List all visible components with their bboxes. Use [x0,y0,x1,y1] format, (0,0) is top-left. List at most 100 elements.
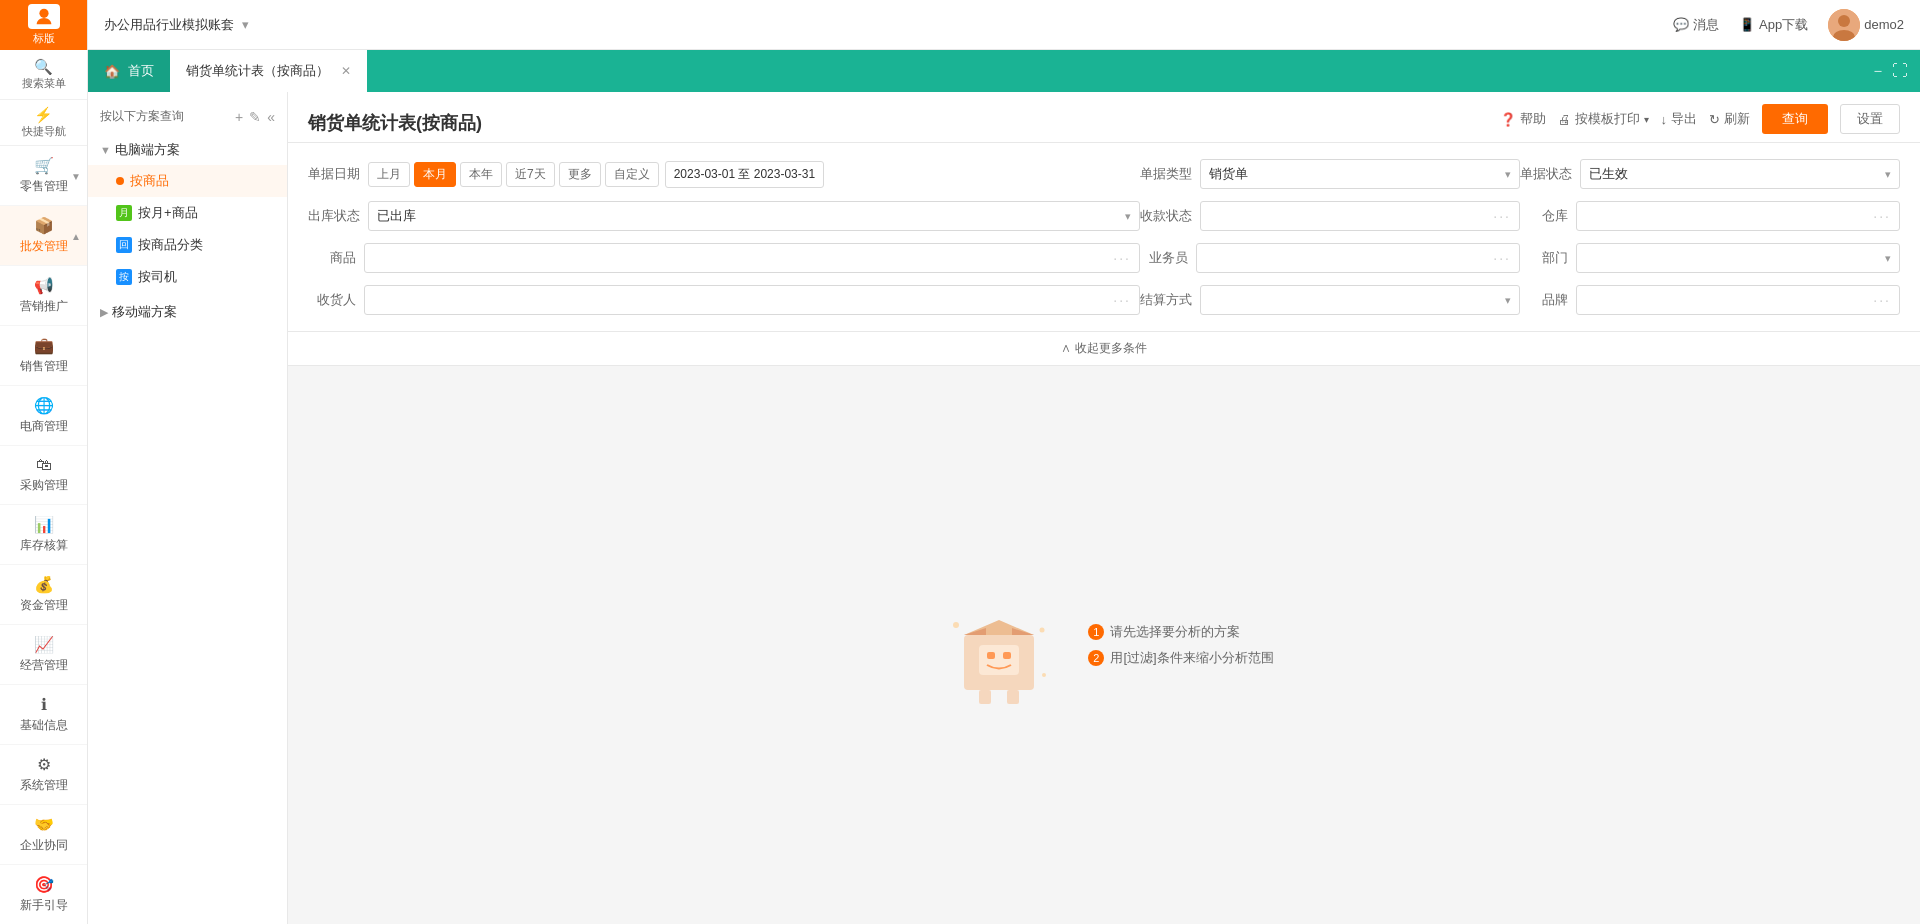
help-icon: ❓ [1500,112,1516,127]
tab-minimize-icon[interactable]: － [1870,63,1886,79]
sidebar-item-purchase[interactable]: 🛍 采购管理 [0,446,87,505]
help-btn[interactable]: ❓ 帮助 [1500,110,1546,128]
doc-status-select[interactable]: 已生效 ▾ [1580,159,1900,189]
svg-rect-11 [979,690,991,704]
template-print-btn[interactable]: 🖨 按模板打印 ▾ [1558,110,1649,128]
scheme-group-mobile-header[interactable]: ▶ 移动端方案 [88,297,287,327]
filter-out-status: 出库状态 已出库 ▾ [308,201,1140,231]
receiver-dots-icon: ··· [1113,292,1131,308]
expand-arrow-icon2: ▲ [71,230,81,241]
date-btn-custom[interactable]: 自定义 [605,162,659,187]
scheme-add-icon[interactable]: + [235,109,243,125]
sidebar-item-sales[interactable]: 💼 销售管理 [0,326,87,386]
sidebar-item-basic[interactable]: ℹ 基础信息 [0,685,87,745]
filter-collect-status: 收款状态 ··· [1140,201,1520,231]
tab-maximize-icon[interactable]: ⛶ [1892,63,1908,79]
svg-rect-12 [1007,690,1019,704]
print-icon: 🖨 [1558,112,1571,127]
header-right: 💬 消息 📱 App下载 demo2 [1673,9,1904,41]
sidebar-item-retail[interactable]: 🛒 零售管理 ▼ [0,146,87,206]
filter-row-3: 商品 ··· 业务员 ··· 部门 [308,243,1900,273]
settings-button[interactable]: 设置 [1840,104,1900,134]
svg-point-2 [1838,15,1850,27]
payment-dropdown-icon: ▾ [1505,294,1511,307]
top-header: 办公用品行业模拟账套 ▾ 💬 消息 📱 App下载 de [88,0,1920,50]
sidebar-item-operations[interactable]: 📈 经营管理 [0,625,87,685]
sidebar-item-inventory[interactable]: 📊 库存核算 [0,505,87,565]
doc-type-select[interactable]: 销货单 ▾ [1200,159,1520,189]
date-btn-this-month[interactable]: 本月 [414,162,456,187]
scheme-item-by-month-goods[interactable]: 月 按月+商品 [88,197,287,229]
active-dot-icon [116,177,124,185]
empty-tip-2: 2 用[过滤]条件来缩小分析范围 [1088,649,1273,667]
user-profile-btn[interactable]: demo2 [1828,9,1904,41]
svg-point-14 [1040,628,1045,633]
finance-icon: 💰 [34,575,54,594]
date-btn-last-month[interactable]: 上月 [368,162,410,187]
goods-select[interactable]: ··· [364,243,1140,273]
scheme-item-by-printer[interactable]: 按 按司机 [88,261,287,293]
sidebar-item-newbie[interactable]: 🎯 新手引导 [0,865,87,924]
sidebar-item-finance[interactable]: 💰 资金管理 [0,565,87,625]
doc-status-dropdown-icon: ▾ [1885,168,1891,181]
sidebar: 标版 🔍 搜索菜单 ⚡ 快捷导航 🛒 零售管理 ▼ 📦 批发管理 ▲ 📢 营销推… [0,0,88,924]
date-btn-more[interactable]: 更多 [559,162,601,187]
page-header-actions: ❓ 帮助 🖨 按模板打印 ▾ ↓ 导出 ↻ 刷新 [1500,104,1901,142]
date-range-display[interactable]: 2023-03-01 至 2023-03-31 [665,161,824,188]
out-status-select[interactable]: 已出库 ▾ [368,201,1140,231]
scheme-edit-icon[interactable]: ✎ [249,109,261,125]
receiver-select[interactable]: ··· [364,285,1140,315]
retail-icon: 🛒 [34,156,54,175]
system-icon: ⚙ [37,755,51,774]
sidebar-item-marketing[interactable]: 📢 营销推广 [0,266,87,326]
salesman-select[interactable]: ··· [1196,243,1520,273]
sidebar-item-quick-nav[interactable]: ⚡ 快捷导航 [0,100,87,146]
dept-select[interactable]: ▾ [1576,243,1900,273]
sidebar-item-ecommerce[interactable]: 🌐 电商管理 [0,386,87,446]
query-button[interactable]: 查询 [1762,104,1828,134]
scheme-item-by-goods[interactable]: 按商品 [88,165,287,197]
tab-home[interactable]: 🏠 首页 [88,50,170,92]
app-download-btn[interactable]: 📱 App下载 [1739,16,1808,34]
download-icon: 📱 [1739,17,1755,32]
date-btn-last7[interactable]: 近7天 [506,162,555,187]
expand-arrow-icon: ▼ [71,170,81,181]
sidebar-item-system[interactable]: ⚙ 系统管理 [0,745,87,805]
basic-icon: ℹ [41,695,47,714]
warehouse-label: 仓库 [1520,207,1576,225]
salesman-dots-icon: ··· [1493,250,1511,266]
home-icon: 🏠 [104,64,120,79]
brand-select[interactable]: ··· [1576,285,1900,315]
scheme-item-by-goods-cat[interactable]: 回 按商品分类 [88,229,287,261]
refresh-btn[interactable]: ↻ 刷新 [1709,110,1750,128]
filter-row-2: 出库状态 已出库 ▾ 收款状态 ··· 仓库 [308,201,1900,231]
group-expand-icon2: ▶ [100,306,108,319]
tab-report[interactable]: 销货单统计表（按商品） ✕ [170,50,367,92]
sidebar-item-wholesale[interactable]: 📦 批发管理 ▲ [0,206,87,266]
warehouse-select[interactable]: ··· [1576,201,1900,231]
dept-label: 部门 [1520,249,1576,267]
scheme-collapse-icon[interactable]: « [267,109,275,125]
payment-select[interactable]: ▾ [1200,285,1520,315]
goods-label: 商品 [308,249,364,267]
print-dropdown-icon: ▾ [1644,114,1649,125]
filter-payment: 结算方式 ▾ [1140,285,1520,315]
brand-dots-icon: ··· [1873,292,1891,308]
out-status-label: 出库状态 [308,207,368,225]
sidebar-item-search[interactable]: 🔍 搜索菜单 [0,50,87,100]
filter-doc-type: 单据类型 销货单 ▾ [1140,159,1520,189]
scheme-group-pc-header[interactable]: ▼ 电脑端方案 [88,135,287,165]
messages-btn[interactable]: 💬 消息 [1673,16,1719,34]
empty-state: 1 请先选择要分析的方案 2 用[过滤]条件来缩小分析范围 [934,580,1273,710]
svg-point-15 [1042,673,1046,677]
wholesale-icon: 📦 [34,216,54,235]
date-btn-this-year[interactable]: 本年 [460,162,502,187]
collect-status-select[interactable]: ··· [1200,201,1520,231]
export-btn[interactable]: ↓ 导出 [1661,110,1698,128]
tab-close-icon[interactable]: ✕ [341,64,351,78]
collapse-more-btn[interactable]: ∧ 收起更多条件 [288,332,1920,366]
breadcrumb-dropdown-icon[interactable]: ▾ [242,17,249,32]
doc-status-label: 单据状态 [1520,165,1580,183]
sidebar-item-enterprise[interactable]: 🤝 企业协同 [0,805,87,865]
goods-dots-icon: ··· [1113,250,1131,266]
